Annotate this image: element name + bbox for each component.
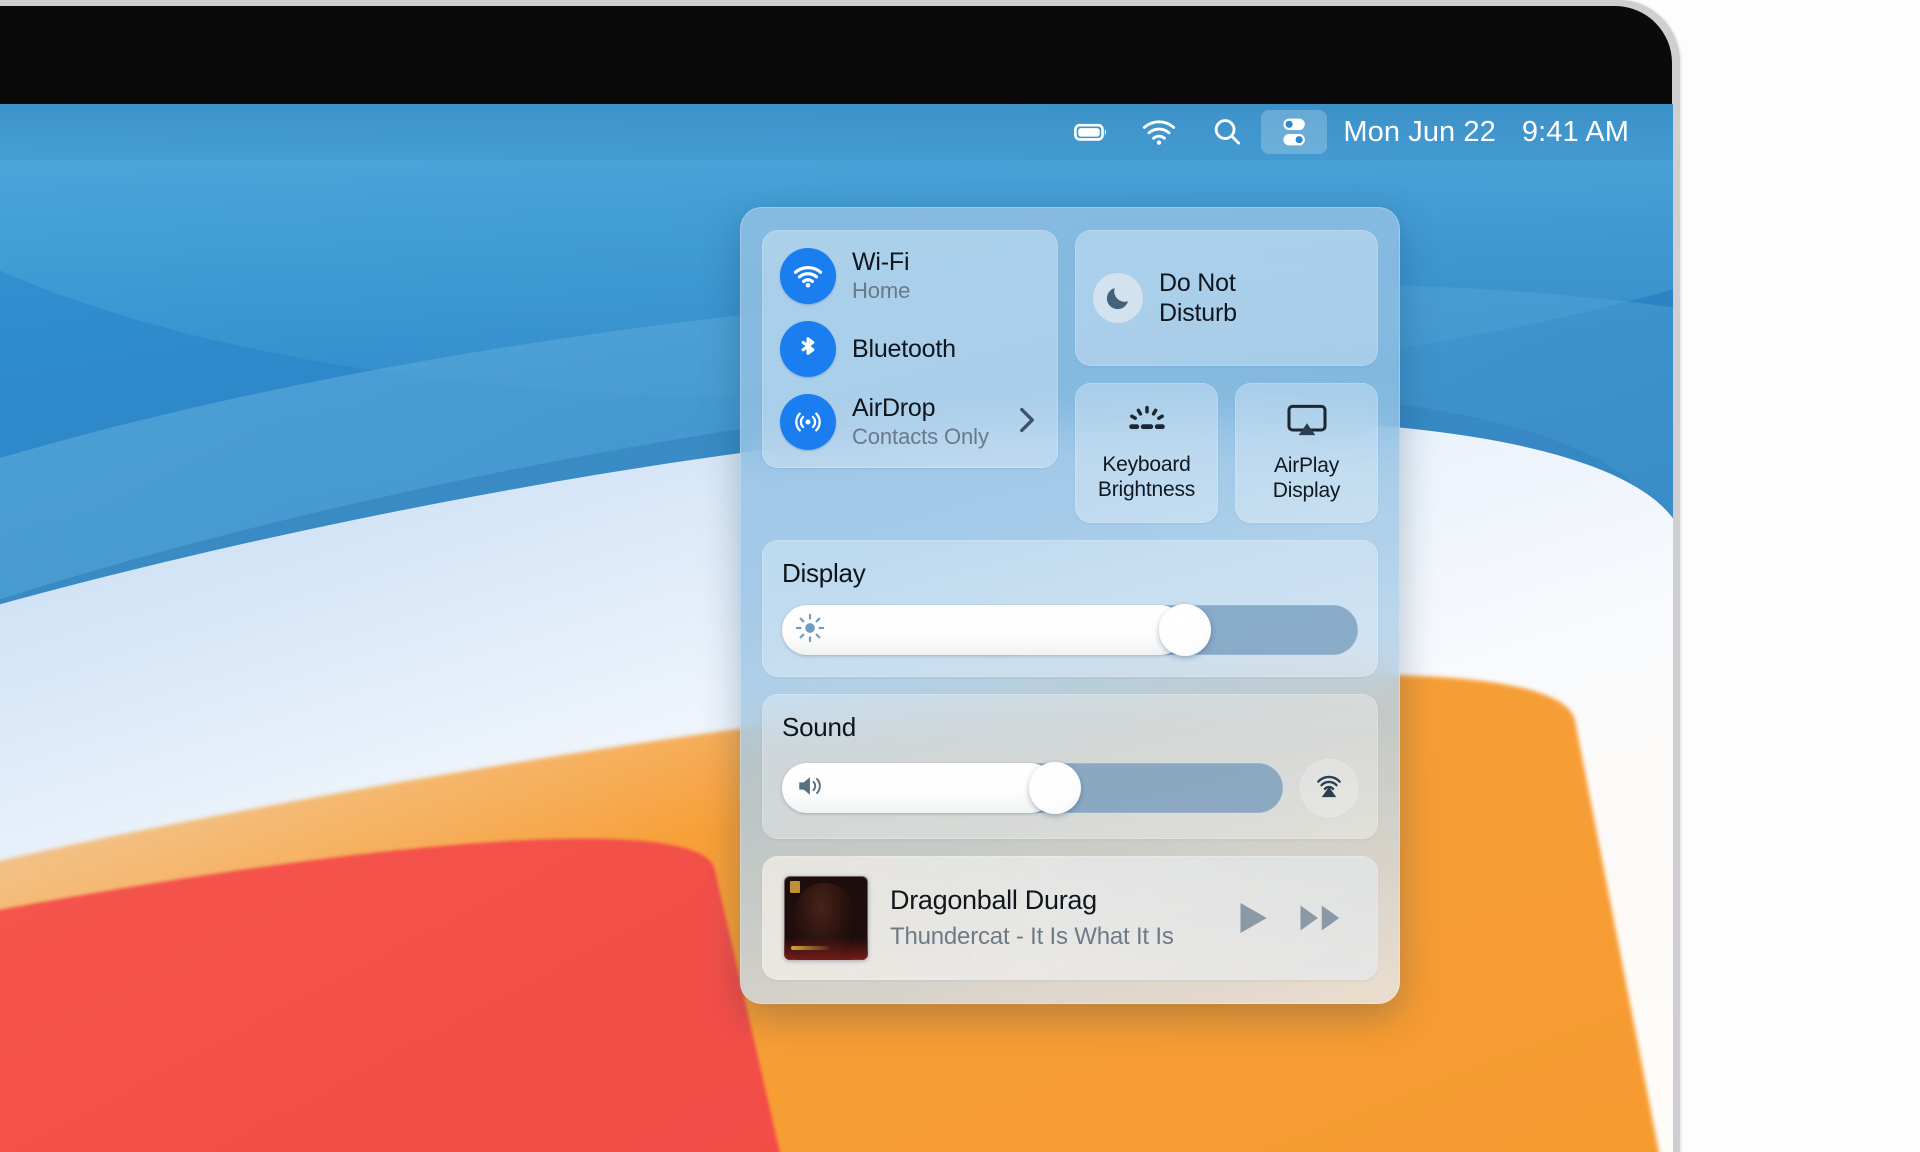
- fast-forward-icon[interactable]: [1298, 898, 1348, 938]
- keyboard-brightness-line-2: Brightness: [1097, 477, 1196, 501]
- menu-bar: Mon Jun 22 9:41 AM: [0, 104, 1673, 160]
- sound-title: Sound: [782, 712, 856, 742]
- dnd-line-1: Do Not: [1159, 268, 1236, 297]
- display-module: Display: [762, 540, 1378, 677]
- connectivity-column: Wi-Fi Home Bluetooth AirDrop Contacts On…: [762, 230, 1058, 523]
- menubar-clock[interactable]: Mon Jun 22 9:41 AM: [1343, 116, 1629, 149]
- wifi-icon[interactable]: [1125, 110, 1193, 154]
- bluetooth-icon: [780, 321, 836, 377]
- wifi-row[interactable]: Wi-Fi Home: [780, 248, 1042, 304]
- wifi-icon: [780, 248, 836, 304]
- control-center-icon[interactable]: [1261, 110, 1328, 154]
- bluetooth-row[interactable]: Bluetooth: [780, 321, 1042, 377]
- laptop-screen: Mon Jun 22 9:41 AM Wi-Fi Home Bluetooth …: [0, 104, 1673, 1152]
- sound-slider-fill: [782, 763, 1055, 813]
- sound-module: Sound: [762, 694, 1378, 839]
- wifi-subtitle: Home: [852, 278, 911, 304]
- do-not-disturb-label: Do Not Disturb: [1159, 268, 1237, 329]
- bluetooth-title: Bluetooth: [852, 335, 956, 363]
- airdrop-icon: [780, 394, 836, 450]
- sound-volume-slider[interactable]: [782, 762, 1283, 814]
- airplay-audio-button[interactable]: [1300, 759, 1358, 817]
- now-playing-track: Dragonball Durag: [890, 885, 1097, 916]
- screenshot-root: Mon Jun 22 9:41 AM Wi-Fi Home Bluetooth …: [0, 0, 1920, 1152]
- sound-slider-thumb[interactable]: [1028, 762, 1081, 814]
- wifi-title: Wi-Fi: [852, 248, 910, 277]
- display-slider-fill: [782, 605, 1186, 655]
- chevron-right-icon[interactable]: [1014, 403, 1040, 442]
- airplay-display-icon: [1285, 403, 1329, 444]
- airdrop-text: AirDrop Contacts Only: [852, 394, 996, 450]
- bluetooth-text: Bluetooth: [852, 335, 1042, 363]
- do-not-disturb-tile[interactable]: Do Not Disturb: [1075, 230, 1378, 366]
- airplay-audio-icon: [1312, 769, 1346, 808]
- display-title: Display: [782, 558, 866, 588]
- battery-icon[interactable]: [1057, 110, 1125, 154]
- display-slider-line: [782, 604, 1358, 656]
- now-playing-artist-album: Thundercat - It Is What It Is: [890, 922, 1174, 950]
- airplay-display-tile[interactable]: AirPlay Display: [1235, 383, 1378, 523]
- wifi-text: Wi-Fi Home: [852, 248, 1042, 304]
- moon-icon: [1093, 273, 1143, 323]
- now-playing-module: Dragonball Durag Thundercat - It Is What…: [762, 856, 1378, 980]
- airdrop-title: AirDrop: [852, 394, 936, 423]
- airdrop-subtitle: Contacts Only: [852, 424, 989, 450]
- now-playing-text: Dragonball Durag Thundercat - It Is What…: [890, 884, 1212, 951]
- sound-slider-line: [782, 759, 1358, 817]
- dnd-line-2: Disturb: [1159, 299, 1237, 327]
- display-brightness-slider[interactable]: [782, 604, 1358, 656]
- menubar-time: 9:41 AM: [1521, 115, 1629, 148]
- airplay-display-line-2: Display: [1272, 478, 1341, 502]
- airplay-display-line-1: AirPlay: [1273, 453, 1340, 477]
- display-slider-thumb[interactable]: [1159, 604, 1212, 656]
- keyboard-brightness-label: Keyboard Brightness: [1098, 453, 1195, 502]
- control-center-panel: Wi-Fi Home Bluetooth AirDrop Contacts On…: [740, 207, 1400, 1004]
- control-center-top-row: Wi-Fi Home Bluetooth AirDrop Contacts On…: [762, 230, 1378, 523]
- connectivity-module: Wi-Fi Home Bluetooth AirDrop Contacts On…: [762, 230, 1058, 468]
- album-artwork: [784, 876, 868, 960]
- menubar-date: Mon Jun 22: [1343, 115, 1496, 148]
- square-tiles-row: Keyboard Brightness AirPlay Display: [1075, 383, 1378, 523]
- album-artwork-script: [790, 945, 830, 950]
- play-icon[interactable]: [1234, 898, 1272, 938]
- airdrop-row[interactable]: AirDrop Contacts Only: [780, 394, 1042, 450]
- airplay-display-label: AirPlay Display: [1272, 453, 1341, 503]
- search-icon[interactable]: [1193, 110, 1261, 154]
- album-artwork-logo: [789, 881, 800, 893]
- volume-icon: [795, 772, 827, 805]
- now-playing-controls: [1234, 898, 1356, 938]
- keyboard-brightness-tile[interactable]: Keyboard Brightness: [1075, 383, 1218, 523]
- keyboard-brightness-line-1: Keyboard: [1102, 452, 1191, 476]
- quick-tiles-column: Do Not Disturb Keyboard Brightness AirPl…: [1075, 230, 1378, 523]
- brightness-icon: [795, 613, 825, 648]
- keyboard-brightness-icon: [1124, 404, 1170, 443]
